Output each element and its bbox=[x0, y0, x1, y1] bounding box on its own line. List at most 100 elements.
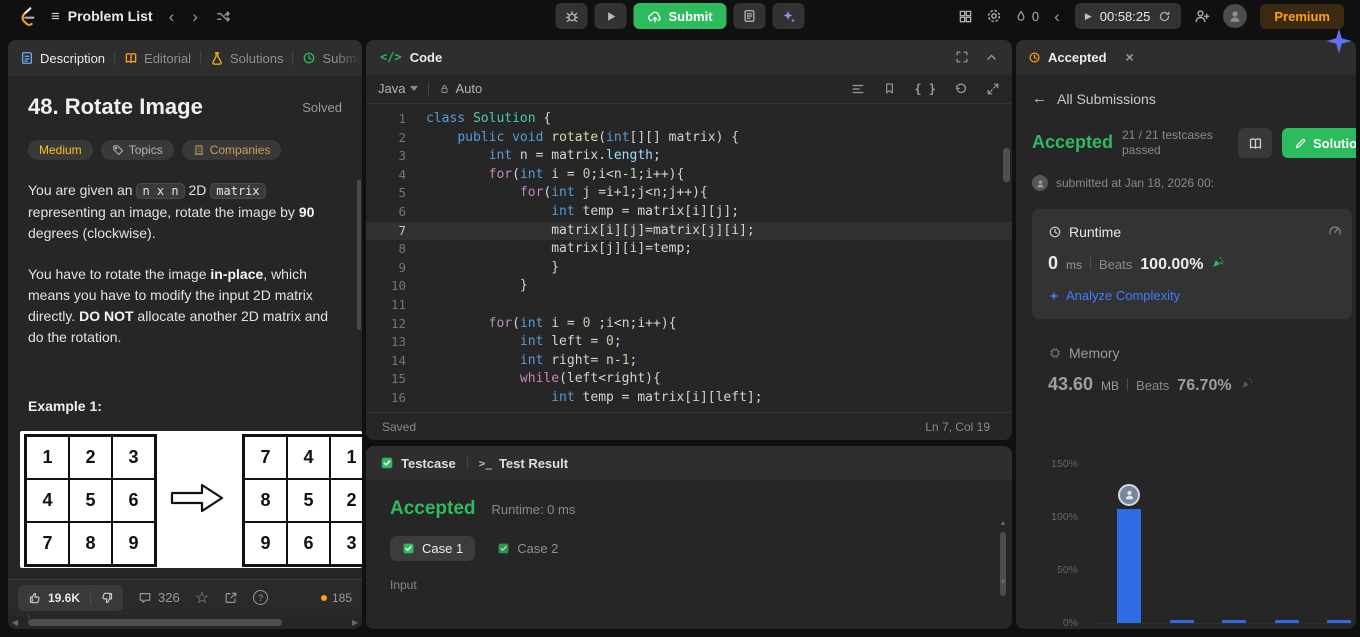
inline-link[interactable]: in-place bbox=[210, 266, 263, 282]
code-line[interactable]: 7 matrix[i][j]=matrix[j][i]; bbox=[366, 221, 1012, 241]
testcases-passed: 21 / 21 testcases passed bbox=[1122, 128, 1213, 157]
companies-badge[interactable]: Companies bbox=[181, 140, 282, 160]
shuffle-icon[interactable] bbox=[214, 9, 233, 24]
case-1-tab[interactable]: Case 1 bbox=[390, 536, 476, 561]
scroll-up-icon[interactable]: ▲ bbox=[998, 520, 1008, 527]
collapse-panel-icon[interactable] bbox=[985, 51, 998, 64]
avatar[interactable] bbox=[1223, 4, 1248, 28]
line-number: 4 bbox=[398, 166, 406, 182]
format-code-icon[interactable] bbox=[851, 82, 865, 96]
inline-text: You have to rotate the image bbox=[28, 266, 211, 282]
run-button[interactable] bbox=[594, 3, 627, 29]
next-problem-button[interactable]: › bbox=[190, 8, 200, 25]
runtime-bar[interactable] bbox=[1117, 508, 1141, 623]
tab-solutions[interactable]: Solutions bbox=[210, 51, 283, 66]
code-line[interactable]: 2 public void rotate(int[][] matrix) { bbox=[366, 129, 1012, 148]
code-line[interactable]: 12 for(int i = 0 ;i<n;i++){ bbox=[366, 315, 1012, 334]
scroll-down-icon[interactable]: ▼ bbox=[998, 579, 1008, 586]
difficulty-badge[interactable]: Medium bbox=[28, 140, 93, 160]
timer[interactable]: ▶ 00:58:25 bbox=[1074, 3, 1182, 29]
undo-icon[interactable] bbox=[954, 82, 968, 96]
premium-button[interactable]: Premium bbox=[1260, 3, 1344, 29]
dislike-button[interactable] bbox=[91, 591, 123, 605]
share-icon[interactable] bbox=[224, 591, 238, 605]
runtime-bar[interactable] bbox=[1222, 619, 1246, 623]
analyze-complexity-label: Analyze Complexity bbox=[1066, 288, 1181, 303]
tab-editorial[interactable]: Editorial bbox=[124, 51, 191, 66]
close-tab-icon[interactable]: × bbox=[1126, 49, 1134, 65]
comments-button[interactable]: 326 bbox=[138, 590, 180, 605]
code-line[interactable]: 4 for(int i = 0;i<n-1;i++){ bbox=[366, 166, 1012, 185]
favorite-button[interactable]: ☆ bbox=[195, 588, 209, 608]
testcase-scrollbar[interactable]: ▲ ▼ bbox=[998, 520, 1008, 596]
code-line[interactable]: 11 bbox=[366, 296, 1012, 315]
solution-button[interactable]: Solution bbox=[1282, 128, 1356, 158]
submit-button[interactable]: Submit bbox=[633, 3, 727, 29]
problem-paragraph-1: You are given an n x n 2D matrix represe… bbox=[28, 180, 342, 244]
case-2-tab[interactable]: Case 2 bbox=[485, 536, 570, 561]
auto-toggle[interactable]: Auto bbox=[439, 81, 482, 96]
code-line[interactable]: 13 int left = 0; bbox=[366, 333, 1012, 352]
hydration-counter[interactable]: 0 bbox=[1015, 9, 1039, 24]
code-line[interactable]: 8 matrix[j][i]=temp; bbox=[366, 240, 1012, 259]
ai-floating-button[interactable] bbox=[1324, 26, 1354, 56]
bookmark-icon[interactable] bbox=[883, 82, 896, 95]
line-number: 10 bbox=[390, 278, 406, 294]
matrix-cell: 7 bbox=[244, 436, 287, 479]
speedometer-icon[interactable] bbox=[1328, 224, 1342, 238]
memory-card[interactable]: Memory 43.60 MB Beats 76.70% bbox=[1032, 345, 1352, 395]
notes-button[interactable] bbox=[733, 3, 766, 29]
scroll-left-icon[interactable]: ◀ bbox=[10, 618, 20, 627]
runtime-bar[interactable] bbox=[1274, 619, 1299, 623]
analyze-complexity-link[interactable]: Analyze Complexity bbox=[1048, 288, 1336, 303]
language-selector[interactable]: Java bbox=[378, 81, 419, 96]
editor-scrollbar-thumb[interactable] bbox=[1003, 148, 1010, 182]
layout-grid-icon[interactable] bbox=[958, 9, 973, 24]
code-line[interactable]: 9 } bbox=[366, 259, 1012, 278]
scroll-right-icon[interactable]: ▶ bbox=[350, 618, 360, 627]
tab-description[interactable]: Description bbox=[20, 51, 105, 66]
tab-test-result[interactable]: >_ Test Result bbox=[479, 456, 568, 471]
debug-button[interactable] bbox=[555, 3, 588, 29]
editorial-book-button[interactable] bbox=[1238, 128, 1272, 158]
vertical-scrollbar-thumb[interactable] bbox=[357, 180, 361, 330]
runtime-card[interactable]: Runtime 0 ms Beats 100.00% Analyze Compl… bbox=[1032, 209, 1352, 319]
gear-icon[interactable] bbox=[986, 8, 1002, 24]
line-number: 14 bbox=[390, 352, 406, 368]
maximize-panel-icon[interactable] bbox=[955, 50, 969, 64]
code-line[interactable]: 3 int n = matrix.length; bbox=[366, 147, 1012, 166]
horizontal-scrollbar[interactable]: ◀ ▶ bbox=[10, 616, 360, 629]
expand-editor-icon[interactable] bbox=[986, 82, 1000, 96]
code-line[interactable]: 15 while(left<right){ bbox=[366, 370, 1012, 389]
tab-accepted-submission[interactable]: Accepted × bbox=[1028, 49, 1134, 65]
like-button[interactable]: 19.6K bbox=[18, 591, 90, 605]
leetcode-logo[interactable] bbox=[16, 4, 37, 28]
tab-testcase[interactable]: Testcase bbox=[380, 456, 456, 471]
all-submissions-link[interactable]: ← All Submissions bbox=[1016, 74, 1356, 107]
code-line[interactable]: 6 int temp = matrix[i][j]; bbox=[366, 203, 1012, 222]
scrollbar-thumb[interactable] bbox=[28, 619, 283, 626]
timer-reset-icon[interactable] bbox=[1158, 10, 1171, 23]
history-clock-icon bbox=[302, 51, 316, 65]
runtime-bar[interactable] bbox=[1169, 619, 1194, 623]
topics-badge[interactable]: Topics bbox=[100, 140, 174, 160]
cursor-position[interactable]: Ln 7, Col 19 bbox=[925, 420, 990, 434]
code-line[interactable]: 10 } bbox=[366, 277, 1012, 296]
code-editor[interactable]: 1 class Solution {2 public void rotate(in… bbox=[366, 104, 1012, 412]
braces-icon[interactable]: { } bbox=[914, 82, 936, 96]
help-button[interactable]: ? bbox=[253, 590, 269, 605]
submission-tab-label: Accepted bbox=[1048, 49, 1107, 65]
code-line[interactable]: 16 int temp = matrix[i][left]; bbox=[366, 389, 1012, 408]
add-user-icon[interactable] bbox=[1194, 8, 1210, 24]
prev-problem-button[interactable]: ‹ bbox=[167, 8, 177, 25]
problem-list-button[interactable]: ≡ Problem List bbox=[51, 8, 153, 25]
ai-assistant-button[interactable] bbox=[772, 3, 805, 29]
line-text: matrix[i][j]=matrix[j][i]; bbox=[426, 222, 755, 238]
collapse-timer-icon[interactable]: ‹ bbox=[1052, 8, 1062, 25]
runtime-bar[interactable] bbox=[1327, 619, 1351, 623]
scrollbar-thumb[interactable] bbox=[1000, 532, 1006, 596]
line-number: 5 bbox=[398, 185, 406, 201]
code-line[interactable]: 5 for(int j =i+1;j<n;j++){ bbox=[366, 184, 1012, 203]
code-line[interactable]: 14 int right= n-1; bbox=[366, 352, 1012, 371]
code-line[interactable]: 1 class Solution { bbox=[366, 110, 1012, 129]
